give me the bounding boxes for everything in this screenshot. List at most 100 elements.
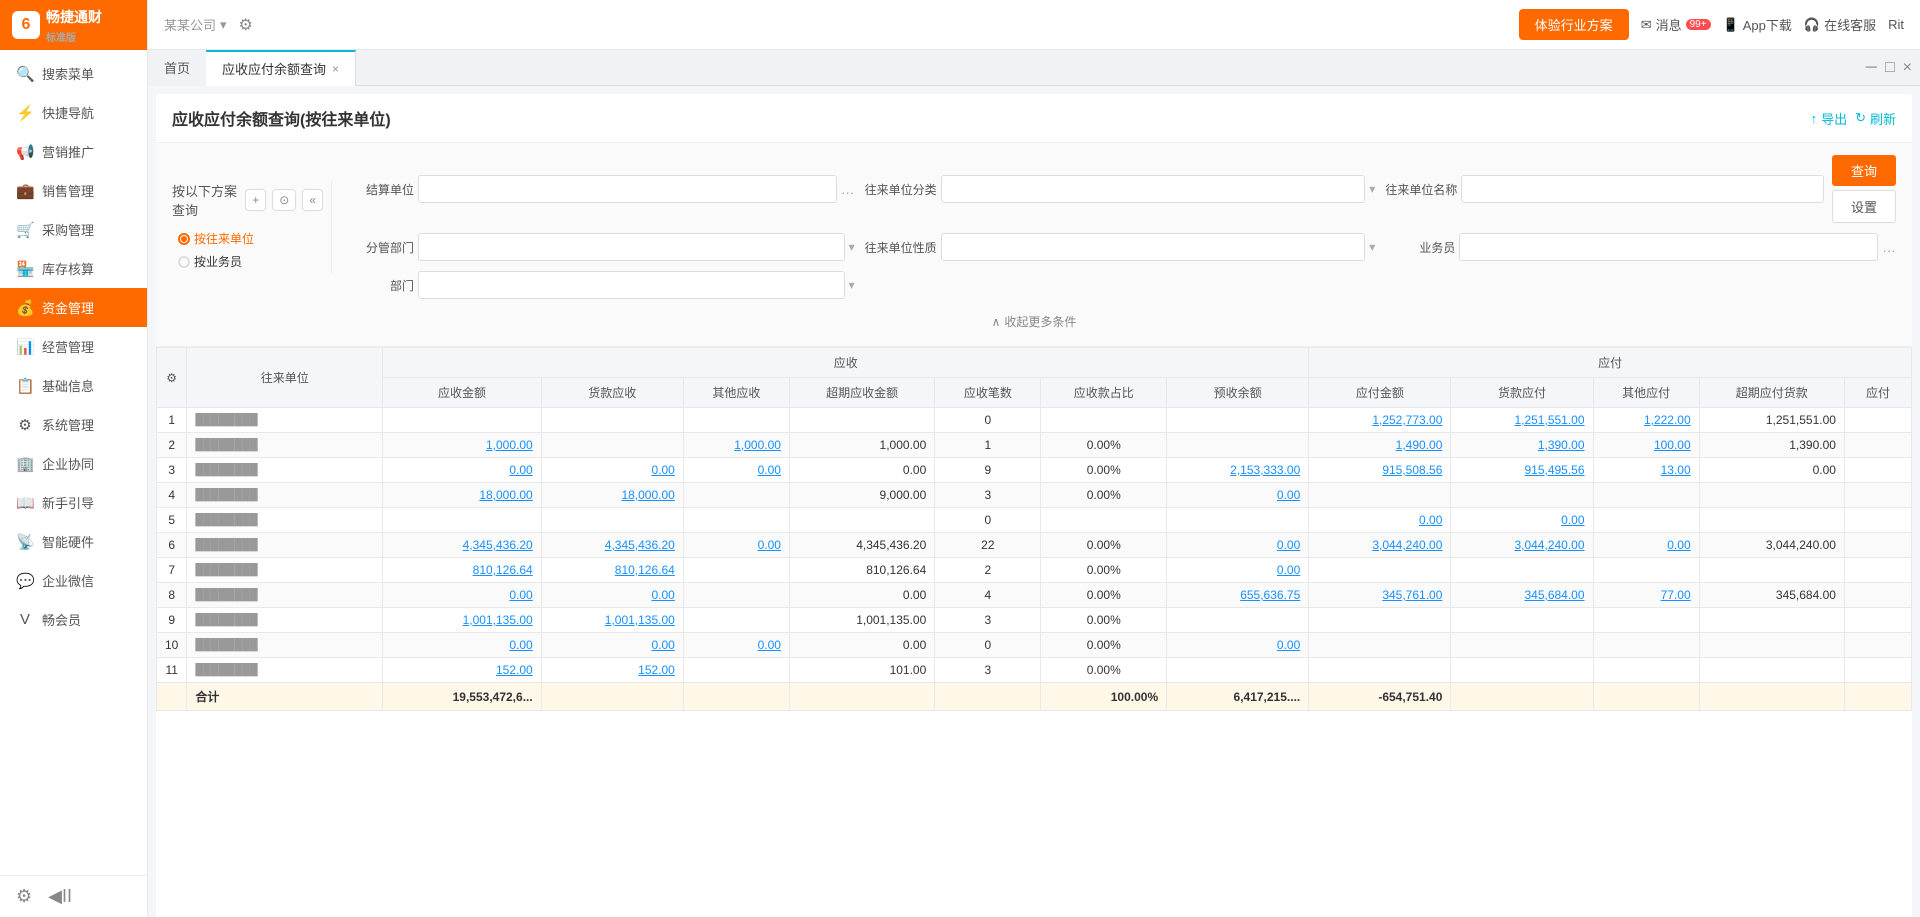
footer-settings-col	[157, 683, 187, 711]
online-service-label: 在线客服	[1824, 15, 1876, 34]
sidebar-item-基础信息[interactable]: 📋基础信息	[0, 366, 147, 405]
header-chevron[interactable]: ▾	[220, 17, 227, 33]
tab-minimize-btn[interactable]: ─	[1866, 59, 1877, 77]
export-icon: ↑	[1811, 111, 1818, 126]
th-rec-goods: 货款应收	[541, 378, 683, 408]
user-name[interactable]: Rit	[1888, 17, 1904, 32]
table-container: ⚙ 往来单位 应收 应付 应收金额 货款应收 其他应收 超期应收金额 应收笔数 …	[156, 347, 1912, 917]
sidebar-label-13: 企业微信	[42, 571, 94, 590]
sidebar-item-快捷导航[interactable]: ⚡快捷导航	[0, 93, 147, 132]
field-dept2-arrow[interactable]: ▾	[849, 278, 855, 292]
sidebar-item-智能硬件[interactable]: 📡智能硬件	[0, 522, 147, 561]
sidebar-label-1: 快捷导航	[42, 103, 94, 122]
sidebar-item-搜索菜单[interactable]: 🔍搜索菜单	[0, 54, 147, 93]
setting-scheme-btn[interactable]: ⊙	[272, 189, 296, 211]
sidebar-item-系统管理[interactable]: ⚙系统管理	[0, 405, 147, 444]
field-nature-label: 往来单位性质	[865, 239, 937, 256]
sidebar-icon-13: 💬	[16, 572, 34, 590]
footer-pay-goods	[1451, 683, 1593, 711]
messages-btn[interactable]: ✉ 消息 99+	[1641, 15, 1711, 34]
messages-badge: 99+	[1686, 19, 1711, 30]
field-dept-input[interactable]	[418, 233, 845, 261]
tab-close-icon[interactable]: ×	[332, 62, 339, 76]
sidebar-item-营销推广[interactable]: 📢营销推广	[0, 132, 147, 171]
sidebar-label-0: 搜索菜单	[42, 64, 94, 83]
field-settlement-input[interactable]	[418, 175, 837, 203]
sidebar-icon-5: 🏪	[16, 260, 34, 278]
sidebar-icon-12: 📡	[16, 533, 34, 551]
export-label: 导出	[1821, 109, 1847, 128]
tab-close-btn[interactable]: ×	[1903, 59, 1912, 77]
sidebar-item-采购管理[interactable]: 🛒采购管理	[0, 210, 147, 249]
setting-btn[interactable]: 设置	[1832, 190, 1896, 223]
query-btn[interactable]: 查询	[1832, 155, 1896, 186]
app-logo: 6 畅捷通财 标准版	[0, 0, 147, 50]
top-header: 某某公司 ▾ ⚙ 体验行业方案 ✉ 消息 99+ 📱 App下载 🎧 在线客服 …	[148, 0, 1920, 50]
footer-pay-amount: -654,751.40	[1309, 683, 1451, 711]
field-dept2: 部门 ▾	[344, 271, 855, 299]
sidebar-item-库存核算[interactable]: 🏪 库存核算	[0, 249, 147, 288]
app-download-btn[interactable]: 📱 App下载	[1723, 15, 1792, 34]
add-scheme-btn[interactable]: +	[245, 189, 266, 211]
th-settings[interactable]: ⚙	[157, 348, 187, 408]
sidebar-settings-icon[interactable]: ⚙	[16, 886, 32, 907]
left-scheme-btn[interactable]: «	[302, 189, 323, 211]
field-company-name-input[interactable]	[1461, 175, 1824, 203]
app-name: 畅捷通财	[46, 7, 102, 27]
online-service-btn[interactable]: 🎧 在线客服	[1804, 15, 1876, 34]
search-header-row: 按以下方案查询 + ⊙ « 按往来单位	[172, 155, 1896, 299]
tab-maximize-btn[interactable]: □	[1885, 59, 1895, 77]
field-dept2-input[interactable]	[418, 271, 845, 299]
sidebar-icon-10: 🏢	[16, 455, 34, 473]
sidebar-item-企业微信[interactable]: 💬 企业微信	[0, 561, 147, 600]
footer-rec-prepay: 6,417,215....	[1167, 683, 1309, 711]
logo-icon: 6	[12, 11, 40, 39]
sidebar-item-新手引导[interactable]: 📖新手引导	[0, 483, 147, 522]
export-btn[interactable]: ↑ 导出	[1811, 109, 1848, 128]
search-form: 按以下方案查询 + ⊙ « 按往来单位	[156, 143, 1912, 347]
footer-label: 合计	[187, 683, 383, 711]
table-row: 6 ████████ 4,345,436.20 4,345,436.20 0.0…	[157, 533, 1912, 558]
field-nature-arrow[interactable]: ▾	[1369, 240, 1375, 254]
search-label: 按以下方案查询	[172, 181, 239, 219]
field-salesman-dots[interactable]: …	[1882, 239, 1896, 255]
field-settlement: 结算单位 …	[344, 175, 855, 203]
sidebar-collapse-icon[interactable]: ◀II	[48, 886, 72, 907]
header-gear-icon[interactable]: ⚙	[239, 15, 253, 35]
field-dept-arrow[interactable]: ▾	[849, 240, 855, 254]
field-nature-input[interactable]	[941, 233, 1366, 261]
field-category-input[interactable]	[941, 175, 1366, 203]
table-row: 11 ████████ 152.00 152.00 101.00 3 0.00%	[157, 658, 1912, 683]
sidebar-item-经营管理[interactable]: 📊经营管理	[0, 327, 147, 366]
sidebar-item-企业协同[interactable]: 🏢 企业协同	[0, 444, 147, 483]
th-rec-amount: 应收金额	[383, 378, 541, 408]
table-row: 7 ████████ 810,126.64 810,126.64 810,126…	[157, 558, 1912, 583]
field-settlement-dots[interactable]: …	[841, 181, 855, 197]
sidebar-label-5: 库存核算	[42, 259, 94, 278]
sidebar-label-10: 企业协同	[42, 454, 94, 473]
field-salesman-input[interactable]	[1459, 233, 1878, 261]
sidebar-item-销售管理[interactable]: 💼销售管理	[0, 171, 147, 210]
collapse-btn[interactable]: ∧ 收起更多条件	[172, 309, 1896, 334]
header-company: 某某公司 ▾	[164, 15, 227, 34]
option-company[interactable]: 按往来单位	[172, 227, 323, 250]
sidebar-item-资金管理[interactable]: 💰资金管理	[0, 288, 147, 327]
tab-home[interactable]: 首页	[148, 50, 206, 86]
field-salesman: 业务员 …	[1385, 233, 1896, 261]
th-group-receivable: 应收	[383, 348, 1309, 378]
option-salesman[interactable]: 按业务员	[172, 250, 323, 273]
industry-solution-btn[interactable]: 体验行业方案	[1519, 9, 1629, 40]
sidebar-item-畅会员[interactable]: V畅会员	[0, 600, 147, 639]
tab-active[interactable]: 应收应付余额查询 ×	[206, 50, 356, 86]
option-salesman-label: 按业务员	[194, 253, 242, 270]
field-category-arrow[interactable]: ▾	[1369, 182, 1375, 196]
messages-icon: ✉	[1641, 17, 1652, 33]
search-label-row: 按以下方案查询 + ⊙ «	[172, 181, 323, 219]
sidebar-label-8: 基础信息	[42, 376, 94, 395]
radio-company-circle	[178, 233, 190, 245]
refresh-icon: ↻	[1855, 110, 1866, 126]
field-settlement-label: 结算单位	[344, 181, 414, 198]
refresh-btn[interactable]: ↻ 刷新	[1855, 109, 1896, 128]
main-content: 应收应付余额查询(按往来单位) ↑ 导出 ↻ 刷新 按以下方案查询	[148, 86, 1920, 917]
online-service-icon: 🎧	[1804, 17, 1820, 33]
